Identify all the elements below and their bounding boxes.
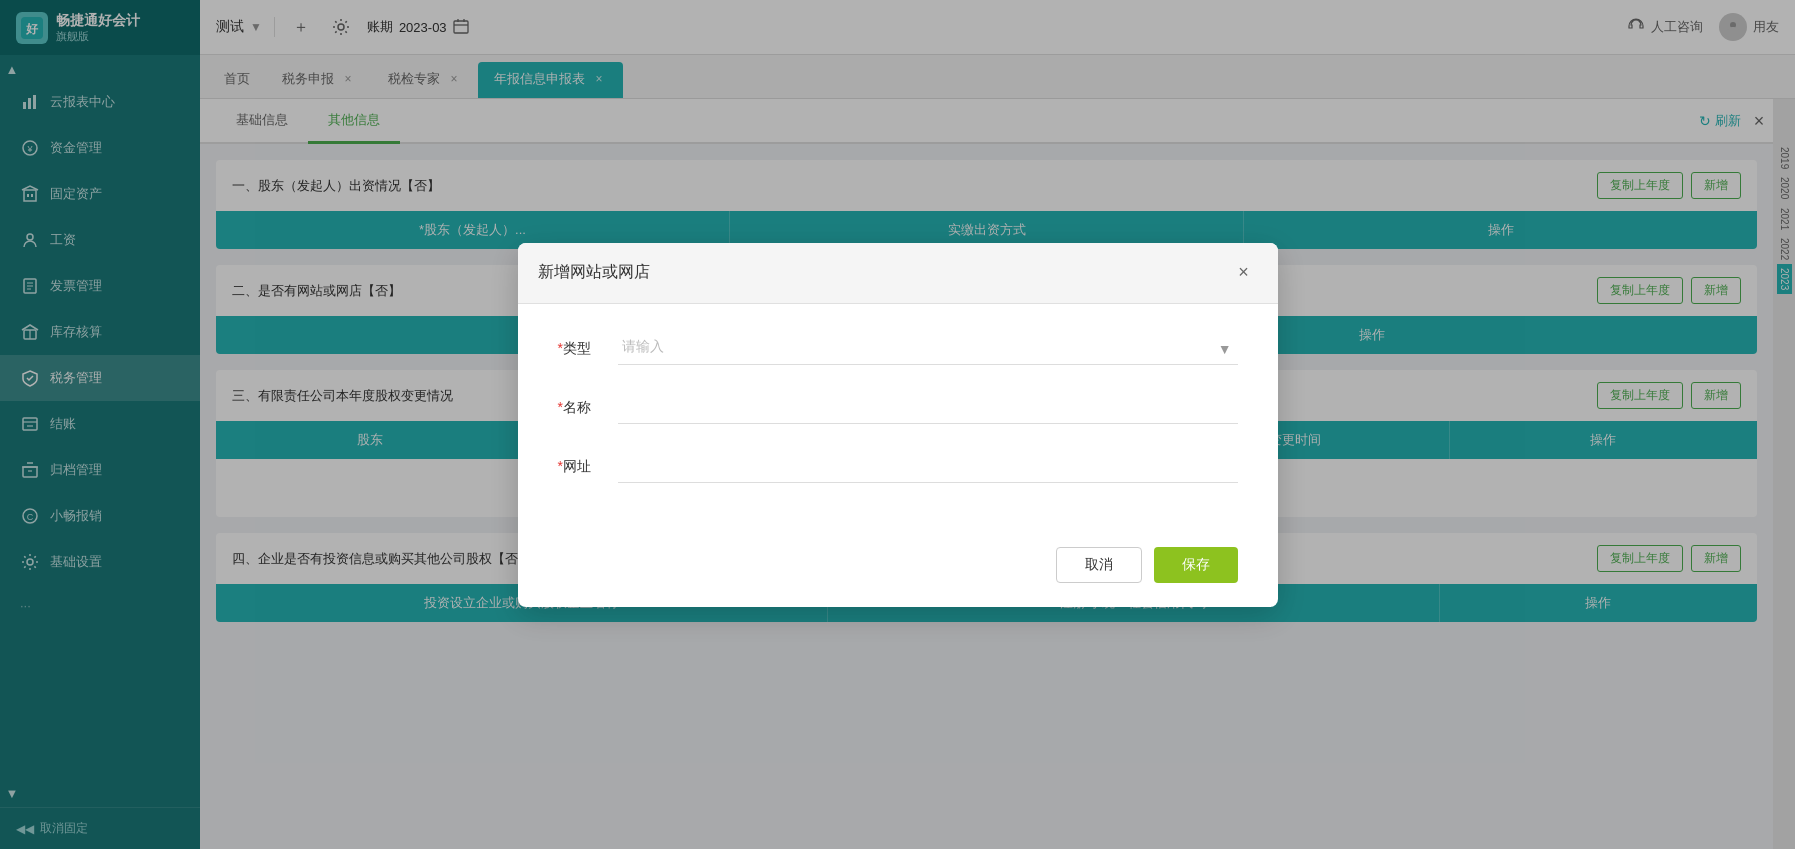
field-label-name: *名称 (558, 399, 618, 417)
url-input[interactable] (618, 452, 1238, 476)
modal-title: 新增网站或网店 (538, 262, 650, 283)
save-button[interactable]: 保存 (1154, 547, 1238, 583)
modal-add-website: 新增网站或网店 × *类型 ▼ *名称 (518, 243, 1278, 607)
modal-header: 新增网站或网店 × (518, 243, 1278, 304)
name-input[interactable] (618, 393, 1238, 417)
modal-overlay[interactable]: 新增网站或网店 × *类型 ▼ *名称 (0, 0, 1795, 849)
modal-footer: 取消 保存 (518, 531, 1278, 607)
cancel-button[interactable]: 取消 (1056, 547, 1142, 583)
form-field-name: *名称 (558, 393, 1238, 424)
modal-body: *类型 ▼ *名称 *网址 (518, 304, 1278, 531)
dropdown-chevron-icon: ▼ (1218, 341, 1232, 357)
type-input[interactable] (618, 334, 1238, 358)
url-input-wrap (618, 452, 1238, 483)
field-label-url: *网址 (558, 458, 618, 476)
field-label-type: *类型 (558, 340, 618, 358)
type-input-wrap: ▼ (618, 334, 1238, 365)
form-field-url: *网址 (558, 452, 1238, 483)
form-field-type: *类型 ▼ (558, 334, 1238, 365)
name-input-wrap (618, 393, 1238, 424)
modal-close-button[interactable]: × (1230, 259, 1258, 287)
